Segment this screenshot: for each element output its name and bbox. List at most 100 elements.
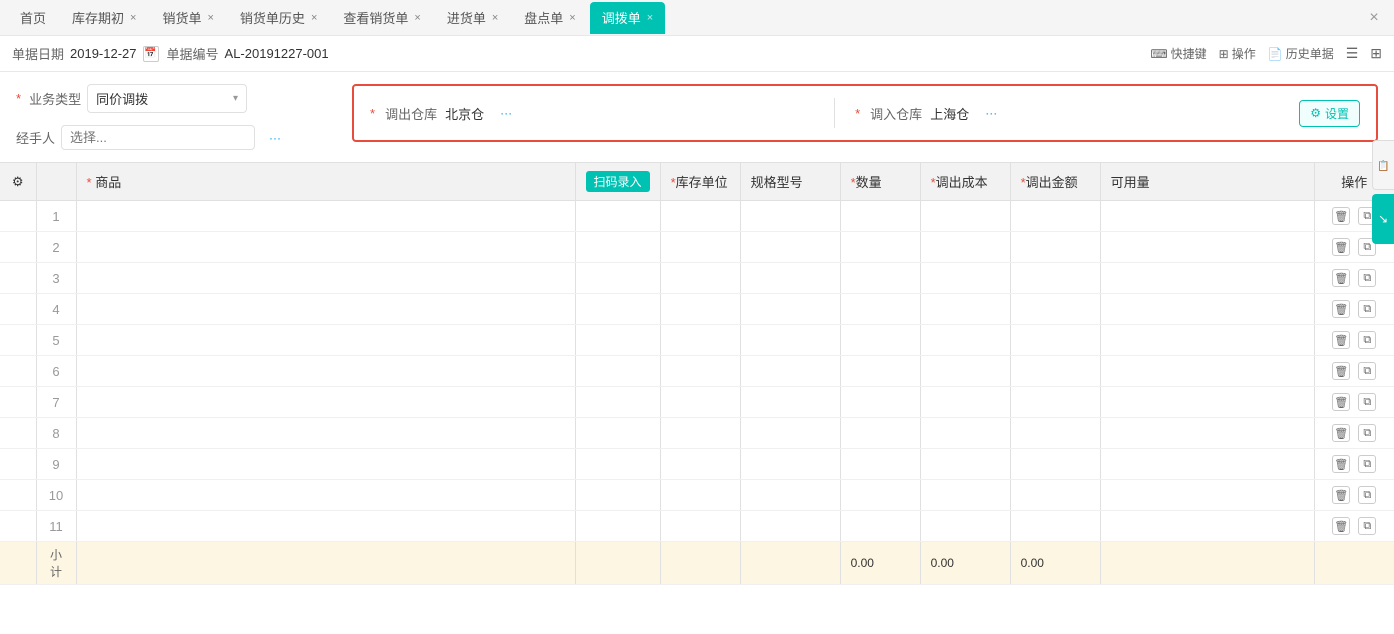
copy-icon[interactable]: ⧉ bbox=[1358, 269, 1376, 287]
history-btn[interactable]: 📄 历史单据 bbox=[1268, 45, 1334, 62]
row-cost-cell[interactable] bbox=[920, 511, 1010, 542]
copy-icon[interactable]: ⧉ bbox=[1358, 517, 1376, 535]
delete-icon[interactable]: 🗑 bbox=[1332, 424, 1350, 442]
copy-icon[interactable]: ⧉ bbox=[1358, 362, 1376, 380]
tab-sales-order-close[interactable]: × bbox=[207, 12, 213, 24]
delete-icon[interactable]: 🗑 bbox=[1332, 300, 1350, 318]
row-amount-cell[interactable] bbox=[1010, 325, 1100, 356]
col-scan-header[interactable]: 扫码录入 bbox=[575, 163, 660, 201]
row-unit-cell[interactable] bbox=[660, 511, 740, 542]
row-qty-cell[interactable] bbox=[840, 511, 920, 542]
row-amount-cell[interactable] bbox=[1010, 480, 1100, 511]
tab-sales-order[interactable]: 销货单 × bbox=[150, 2, 225, 34]
row-spec-cell[interactable] bbox=[740, 263, 840, 294]
tab-sales-history-close[interactable]: × bbox=[311, 12, 317, 24]
row-cost-cell[interactable] bbox=[920, 356, 1010, 387]
tab-transfer-order[interactable]: 调拨单 × bbox=[590, 2, 665, 34]
tab-home[interactable]: 首页 bbox=[8, 2, 58, 34]
row-product-cell[interactable] bbox=[76, 325, 575, 356]
row-qty-cell[interactable] bbox=[840, 325, 920, 356]
row-product-cell[interactable] bbox=[76, 294, 575, 325]
row-product-cell[interactable] bbox=[76, 511, 575, 542]
row-product-cell[interactable] bbox=[76, 418, 575, 449]
row-spec-cell[interactable] bbox=[740, 294, 840, 325]
tab-purchase-order[interactable]: 进货单 × bbox=[435, 2, 510, 34]
delete-icon[interactable]: 🗑 bbox=[1332, 207, 1350, 225]
calendar-icon[interactable]: 📅 bbox=[143, 46, 159, 62]
row-amount-cell[interactable] bbox=[1010, 511, 1100, 542]
row-spec-cell[interactable] bbox=[740, 480, 840, 511]
delete-icon[interactable]: 🗑 bbox=[1332, 269, 1350, 287]
delete-icon[interactable]: 🗑 bbox=[1332, 331, 1350, 349]
tab-inventory-init-close[interactable]: × bbox=[130, 12, 136, 24]
row-spec-cell[interactable] bbox=[740, 201, 840, 232]
copy-icon[interactable]: ⧉ bbox=[1358, 486, 1376, 504]
tab-transfer-order-close[interactable]: × bbox=[647, 12, 653, 24]
delete-icon[interactable]: 🗑 bbox=[1332, 455, 1350, 473]
delete-icon[interactable]: 🗑 bbox=[1332, 517, 1350, 535]
col-gear-header[interactable]: ⚙ bbox=[0, 163, 36, 201]
row-cost-cell[interactable] bbox=[920, 232, 1010, 263]
row-cost-cell[interactable] bbox=[920, 387, 1010, 418]
row-spec-cell[interactable] bbox=[740, 325, 840, 356]
layout-icon[interactable]: ☰ bbox=[1346, 45, 1359, 62]
scan-btn[interactable]: 扫码录入 bbox=[586, 171, 650, 192]
row-amount-cell[interactable] bbox=[1010, 356, 1100, 387]
tab-purchase-order-close[interactable]: × bbox=[492, 12, 498, 24]
row-product-cell[interactable] bbox=[76, 263, 575, 294]
tab-inventory-init[interactable]: 库存期初 × bbox=[60, 2, 148, 34]
delete-icon[interactable]: 🗑 bbox=[1332, 238, 1350, 256]
row-cost-cell[interactable] bbox=[920, 449, 1010, 480]
row-qty-cell[interactable] bbox=[840, 449, 920, 480]
row-product-cell[interactable] bbox=[76, 356, 575, 387]
tab-inventory-check-close[interactable]: × bbox=[569, 12, 575, 24]
tab-sales-history[interactable]: 销货单历史 × bbox=[228, 2, 329, 34]
row-spec-cell[interactable] bbox=[740, 511, 840, 542]
window-close-button[interactable]: × bbox=[1362, 6, 1386, 30]
business-type-select[interactable]: 同价调拨 ▾ bbox=[87, 84, 247, 113]
layout2-icon[interactable]: ⊞ bbox=[1370, 45, 1382, 62]
row-unit-cell[interactable] bbox=[660, 201, 740, 232]
out-warehouse-value[interactable]: 北京仓 bbox=[445, 104, 484, 123]
row-amount-cell[interactable] bbox=[1010, 263, 1100, 294]
row-qty-cell[interactable] bbox=[840, 232, 920, 263]
tab-view-sales-close[interactable]: × bbox=[414, 12, 420, 24]
row-unit-cell[interactable] bbox=[660, 480, 740, 511]
row-amount-cell[interactable] bbox=[1010, 201, 1100, 232]
tab-inventory-check[interactable]: 盘点单 × bbox=[512, 2, 587, 34]
in-warehouse-more-btn[interactable]: ··· bbox=[985, 106, 997, 120]
row-spec-cell[interactable] bbox=[740, 418, 840, 449]
in-warehouse-value[interactable]: 上海仓 bbox=[930, 104, 969, 123]
copy-icon[interactable]: ⧉ bbox=[1358, 455, 1376, 473]
row-product-cell[interactable] bbox=[76, 232, 575, 263]
shortcuts-btn[interactable]: ⌨ 快捷键 bbox=[1150, 45, 1206, 62]
row-amount-cell[interactable] bbox=[1010, 449, 1100, 480]
handler-input[interactable] bbox=[61, 125, 255, 150]
copy-icon[interactable]: ⧉ bbox=[1358, 300, 1376, 318]
row-product-cell[interactable] bbox=[76, 480, 575, 511]
row-qty-cell[interactable] bbox=[840, 263, 920, 294]
row-cost-cell[interactable] bbox=[920, 201, 1010, 232]
copy-icon[interactable]: ⧉ bbox=[1358, 331, 1376, 349]
row-unit-cell[interactable] bbox=[660, 387, 740, 418]
row-product-cell[interactable] bbox=[76, 387, 575, 418]
row-unit-cell[interactable] bbox=[660, 232, 740, 263]
row-spec-cell[interactable] bbox=[740, 449, 840, 480]
settings-button[interactable]: ⚙ 设置 bbox=[1299, 100, 1360, 127]
row-cost-cell[interactable] bbox=[920, 418, 1010, 449]
row-product-cell[interactable] bbox=[76, 201, 575, 232]
row-qty-cell[interactable] bbox=[840, 480, 920, 511]
right-panel-doc-btn[interactable]: 📋 bbox=[1372, 140, 1394, 190]
row-amount-cell[interactable] bbox=[1010, 232, 1100, 263]
row-unit-cell[interactable] bbox=[660, 449, 740, 480]
row-qty-cell[interactable] bbox=[840, 294, 920, 325]
copy-icon[interactable]: ⧉ bbox=[1358, 393, 1376, 411]
operations-btn[interactable]: ⊞ 操作 bbox=[1219, 45, 1256, 62]
row-cost-cell[interactable] bbox=[920, 325, 1010, 356]
row-amount-cell[interactable] bbox=[1010, 418, 1100, 449]
delete-icon[interactable]: 🗑 bbox=[1332, 362, 1350, 380]
row-cost-cell[interactable] bbox=[920, 480, 1010, 511]
row-qty-cell[interactable] bbox=[840, 201, 920, 232]
row-qty-cell[interactable] bbox=[840, 356, 920, 387]
row-qty-cell[interactable] bbox=[840, 387, 920, 418]
